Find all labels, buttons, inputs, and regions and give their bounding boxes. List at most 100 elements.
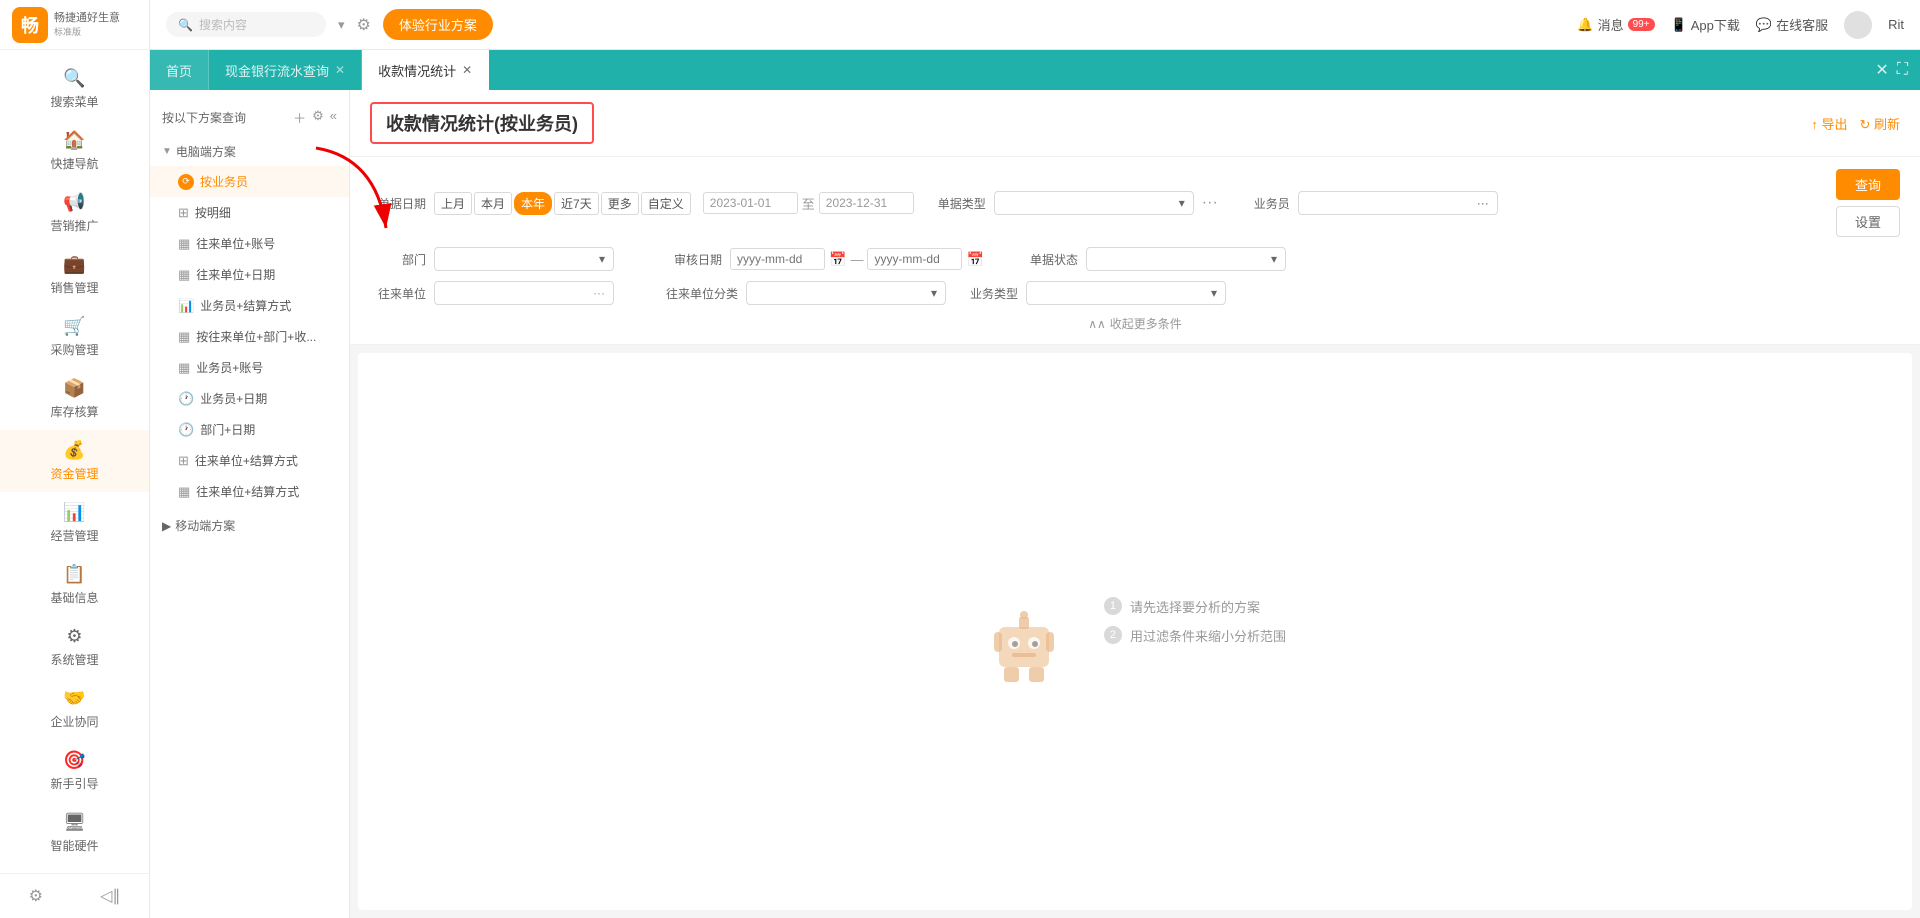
schema-item-salesperson[interactable]: ⟳ 按业务员 xyxy=(150,166,349,197)
trial-button[interactable]: 体验行业方案 xyxy=(383,9,493,40)
bill-type-more-icon[interactable]: ··· xyxy=(1202,194,1218,212)
schema-item-sales-account-label: 业务员+账号 xyxy=(196,359,263,376)
bill-type-dropdown-icon: ▾ xyxy=(1179,196,1185,210)
sidebar-item-search[interactable]: 🔍 搜索菜单 xyxy=(0,58,149,120)
collapse-up-icon: ∧∧ xyxy=(1088,317,1106,331)
empty-tips: 1 请先选择要分析的方案 2 用过滤条件来缩小分析范围 xyxy=(1104,597,1286,645)
schema-item-partner-settlement1[interactable]: ⊞ 往来单位+结算方式 xyxy=(150,445,349,476)
bell-icon: 🔔 xyxy=(1577,17,1593,33)
tab-receipt-stats-close[interactable]: ✕ xyxy=(462,63,472,77)
audit-to-calendar-icon[interactable]: 📅 xyxy=(966,251,983,268)
date-to-input[interactable] xyxy=(819,192,914,214)
user-avatar[interactable] xyxy=(1844,11,1872,39)
refresh-btn[interactable]: ↻ 刷新 xyxy=(1859,114,1900,133)
tab-receipt-stats-label: 收款情况统计 xyxy=(378,61,456,80)
schema-item-partner-dept[interactable]: ▦ 按往来单位+部门+收... xyxy=(150,321,349,352)
schema-item-partner-settlement2[interactable]: ▦ 往来单位+结算方式 xyxy=(150,476,349,507)
schema-item-dept-date[interactable]: 🕐 部门+日期 xyxy=(150,414,349,445)
notification-btn[interactable]: 🔔 消息 99+ xyxy=(1577,15,1654,34)
counterparty-select[interactable]: ··· xyxy=(434,281,614,305)
schema-mobile-label: 移动端方案 xyxy=(175,517,235,534)
counterparty-more-icon[interactable]: ··· xyxy=(593,286,605,300)
counterparty-label: 往来单位 xyxy=(370,285,426,302)
sidebar-item-collab[interactable]: 🤝 企业协同 xyxy=(0,678,149,740)
sidebar-item-hardware[interactable]: 🖥 智能硬件 xyxy=(0,802,149,864)
sidebar-item-inventory[interactable]: 📦 库存核算 xyxy=(0,368,149,430)
topbar-search-box[interactable]: 🔍 搜索内容 xyxy=(166,12,326,37)
app-download-btn[interactable]: 📱 App下载 xyxy=(1671,15,1740,34)
fullscreen-icon[interactable]: ⛶ xyxy=(1897,61,1908,79)
marketing-icon: 📢 xyxy=(63,192,85,213)
schema-item-detail[interactable]: ⊞ 按明细 xyxy=(150,197,349,228)
settings-button[interactable]: 设置 xyxy=(1836,206,1900,237)
tab-home[interactable]: 首页 xyxy=(150,50,209,90)
sidebar-item-wechat[interactable]: 💬 企业微信 xyxy=(0,864,149,873)
counterparty-category-select[interactable]: ▾ xyxy=(746,281,946,305)
schema-mobile-group: ▶ 移动端方案 xyxy=(150,511,349,540)
sidebar-settings-btn[interactable]: ⚙ xyxy=(29,886,43,906)
salesperson-select[interactable]: ··· xyxy=(1298,191,1498,215)
sidebar-item-quicknav[interactable]: 🏠 快捷导航 xyxy=(0,120,149,182)
schema-desktop-group-title[interactable]: ▼ 电脑端方案 xyxy=(150,137,349,166)
tab-bank-flow-close[interactable]: ✕ xyxy=(335,63,345,77)
tab-receipt-stats[interactable]: 收款情况统计 ✕ xyxy=(362,50,489,90)
group-arrow-icon: ▼ xyxy=(162,146,172,157)
sidebar-item-basics[interactable]: 📋 基础信息 xyxy=(0,554,149,616)
sidebar-item-purchase[interactable]: 🛒 采购管理 xyxy=(0,306,149,368)
schema-item-sales-settlement[interactable]: 📊 业务员+结算方式 xyxy=(150,290,349,321)
filter-row-2: 部门 ▾ 审核日期 📅 — xyxy=(370,247,1900,271)
topbar-gear-icon[interactable]: ⚙ xyxy=(357,15,371,35)
schema-mobile-group-title[interactable]: ▶ 移动端方案 xyxy=(150,511,349,540)
schema-item-sales-account[interactable]: ▦ 业务员+账号 xyxy=(150,352,349,383)
query-button[interactable]: 查询 xyxy=(1836,169,1900,200)
date-btn-thismonth[interactable]: 本月 xyxy=(474,192,512,215)
schema-item-partner-settlement2-label: 往来单位+结算方式 xyxy=(196,483,299,500)
audit-date-to-input[interactable] xyxy=(867,248,962,270)
salesperson-label: 业务员 xyxy=(1234,195,1290,212)
collapse-btn[interactable]: ∧∧ 收起更多条件 xyxy=(370,315,1900,332)
schema-item-sales-date[interactable]: 🕐 业务员+日期 xyxy=(150,383,349,414)
online-service-btn[interactable]: 💬 在线客服 xyxy=(1756,15,1828,34)
topbar-dropdown-icon[interactable]: ▾ xyxy=(338,17,345,33)
schema-header-label: 按以下方案查询 xyxy=(162,109,246,126)
date-btn-7days[interactable]: 近7天 xyxy=(554,192,599,215)
bill-type-select[interactable]: ▾ xyxy=(994,191,1194,215)
sidebar-item-newbie[interactable]: 🎯 新手引导 xyxy=(0,740,149,802)
tab-bank-flow[interactable]: 现金银行流水查询 ✕ xyxy=(209,50,362,90)
schema-item-partner-date[interactable]: ▦ 往来单位+日期 xyxy=(150,259,349,290)
filter-row-1: 单据日期 上月 本月 本年 近7天 更多 自定义 xyxy=(370,169,1900,237)
sidebar-item-marketing[interactable]: 📢 营销推广 xyxy=(0,182,149,244)
partner-dept-icon: ▦ xyxy=(178,329,190,345)
page-title: 收款情况统计(按业务员) xyxy=(386,110,578,136)
schema-add-icon[interactable]: ＋ xyxy=(293,108,306,127)
content-area: 按以下方案查询 ＋ ⚙ « ▼ 电脑端方案 ⟳ 按业务员 xyxy=(150,90,1920,918)
main-panel: 收款情况统计(按业务员) ↑ 导出 ↻ 刷新 xyxy=(350,90,1920,918)
topbar-left: 🔍 搜索内容 ▾ ⚙ 体验行业方案 xyxy=(166,9,493,40)
schema-item-partner-account[interactable]: ▦ 往来单位+账号 xyxy=(150,228,349,259)
schema-collapse-icon[interactable]: « xyxy=(330,108,337,127)
sales-account-icon: ▦ xyxy=(178,360,190,376)
date-input-group: 至 xyxy=(703,192,914,214)
schema-settings-icon[interactable]: ⚙ xyxy=(312,108,324,127)
sidebar-item-system[interactable]: ⚙ 系统管理 xyxy=(0,616,149,678)
date-btn-thisyear[interactable]: 本年 xyxy=(514,192,552,215)
date-btn-custom[interactable]: 自定义 xyxy=(641,192,691,215)
date-btn-lastmonth[interactable]: 上月 xyxy=(434,192,472,215)
bill-status-select[interactable]: ▾ xyxy=(1086,247,1286,271)
date-from-input[interactable] xyxy=(703,192,798,214)
sidebar-item-operations[interactable]: 📊 经营管理 xyxy=(0,492,149,554)
audit-from-calendar-icon[interactable]: 📅 xyxy=(829,251,846,268)
business-type-label: 业务类型 xyxy=(962,285,1018,302)
date-btn-more[interactable]: 更多 xyxy=(601,192,639,215)
refresh-label: 刷新 xyxy=(1874,117,1900,132)
sidebar-collapse-btn[interactable]: ◁∥ xyxy=(100,886,120,906)
partner-settlement1-icon: ⊞ xyxy=(178,453,189,469)
audit-date-from-input[interactable] xyxy=(730,248,825,270)
close-window-icon[interactable]: ✕ xyxy=(1875,60,1888,80)
export-btn[interactable]: ↑ 导出 xyxy=(1811,114,1847,133)
business-type-select[interactable]: ▾ xyxy=(1026,281,1226,305)
sidebar-item-sales[interactable]: 💼 销售管理 xyxy=(0,244,149,306)
sidebar-item-finance[interactable]: 💰 资金管理 xyxy=(0,430,149,492)
dept-select[interactable]: ▾ xyxy=(434,247,614,271)
dept-date-icon: 🕐 xyxy=(178,422,194,438)
